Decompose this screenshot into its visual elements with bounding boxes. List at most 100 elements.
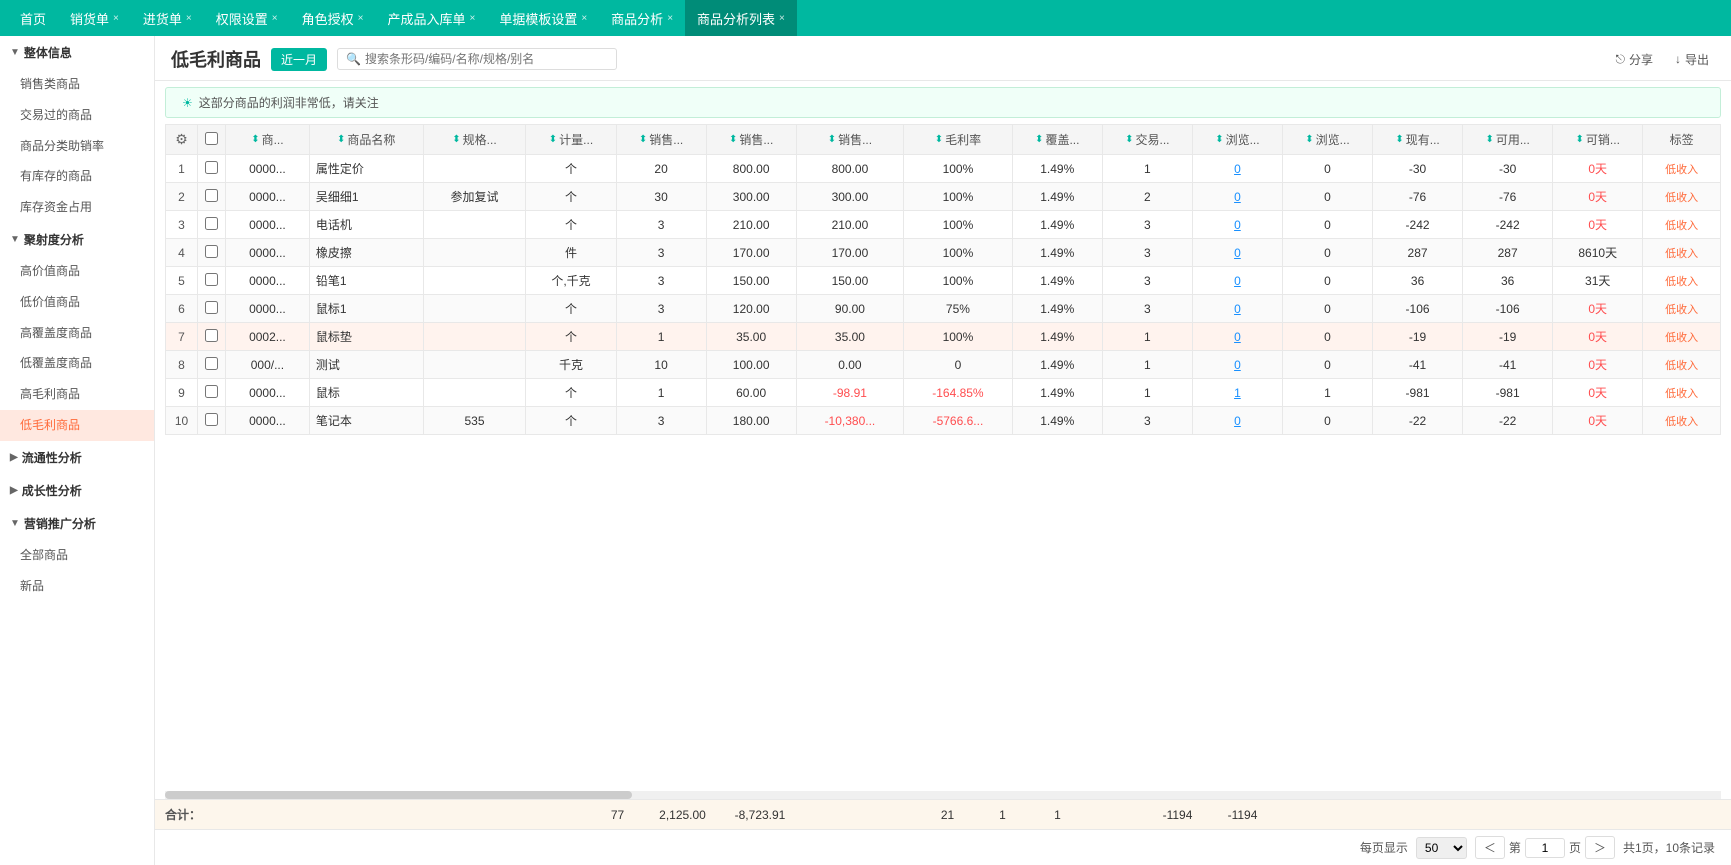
row-checkbox-input[interactable] — [205, 385, 218, 398]
search-box[interactable]: 🔍 — [337, 48, 617, 70]
col-available[interactable]: ⬍ 可用... — [1463, 125, 1553, 155]
sidebar-item-low-margin[interactable]: 低毛利商品 — [0, 410, 154, 441]
close-icon[interactable]: × — [113, 13, 119, 24]
sidebar-item-all-goods[interactable]: 全部商品 — [0, 540, 154, 571]
sidebar-item-low-coverage[interactable]: 低覆盖度商品 — [0, 348, 154, 379]
sidebar-group-focus[interactable]: ▼ 聚射度分析 — [0, 223, 154, 256]
row-checkbox-input[interactable] — [205, 413, 218, 426]
page-number-input[interactable] — [1525, 838, 1565, 858]
row-browse1[interactable]: 0 — [1192, 351, 1282, 379]
nav-template-settings[interactable]: 单据模板设置 × — [487, 0, 599, 36]
row-checkbox[interactable] — [198, 295, 226, 323]
row-name[interactable]: 鼠标垫 — [309, 323, 423, 351]
row-checkbox[interactable] — [198, 211, 226, 239]
close-icon[interactable]: × — [272, 13, 278, 24]
sidebar-item-traded-goods[interactable]: 交易过的商品 — [0, 100, 154, 131]
row-checkbox-input[interactable] — [205, 217, 218, 230]
row-checkbox[interactable] — [198, 239, 226, 267]
col-sales-qty[interactable]: ⬍ 销售... — [616, 125, 706, 155]
row-checkbox-input[interactable] — [205, 161, 218, 174]
col-gross-rate[interactable]: ⬍ 毛利率 — [904, 125, 1013, 155]
next-page-button[interactable]: ＞ — [1585, 836, 1615, 859]
sidebar-item-stock-capital[interactable]: 库存资金占用 — [0, 192, 154, 223]
row-checkbox[interactable] — [198, 407, 226, 435]
row-name[interactable]: 电话机 — [309, 211, 423, 239]
close-icon[interactable]: × — [667, 13, 673, 24]
row-checkbox-input[interactable] — [205, 357, 218, 370]
row-name[interactable]: 笔记本 — [309, 407, 423, 435]
scrollbar-thumb[interactable] — [165, 791, 632, 799]
nav-sales-order[interactable]: 销货单 × — [58, 0, 131, 36]
nav-role-auth[interactable]: 角色授权 × — [290, 0, 376, 36]
row-name[interactable]: 鼠标 — [309, 379, 423, 407]
row-checkbox[interactable] — [198, 351, 226, 379]
row-browse1[interactable]: 0 — [1192, 211, 1282, 239]
period-button[interactable]: 近一月 — [271, 48, 327, 71]
sidebar-item-new-goods[interactable]: 新品 — [0, 571, 154, 602]
nav-product-analysis[interactable]: 商品分析 × — [599, 0, 685, 36]
nav-home[interactable]: 首页 — [8, 0, 58, 36]
row-checkbox[interactable] — [198, 323, 226, 351]
row-browse1[interactable]: 0 — [1192, 407, 1282, 435]
row-name[interactable]: 铅笔1 — [309, 267, 423, 295]
col-settings[interactable]: ⚙ — [166, 125, 198, 155]
sidebar-group-overall[interactable]: ▼ 整体信息 — [0, 36, 154, 69]
export-button[interactable]: ↓ 导出 — [1669, 48, 1715, 71]
col-saleable[interactable]: ⬍ 可销... — [1553, 125, 1643, 155]
col-browse2[interactable]: ⬍ 浏览... — [1282, 125, 1372, 155]
row-name[interactable]: 鼠标1 — [309, 295, 423, 323]
row-checkbox-input[interactable] — [205, 329, 218, 342]
col-name[interactable]: ⬍ 商品名称 — [309, 125, 423, 155]
row-browse1[interactable]: 0 — [1192, 239, 1282, 267]
col-sales-profit[interactable]: ⬍ 销售... — [796, 125, 903, 155]
row-browse1[interactable]: 1 — [1192, 379, 1282, 407]
row-browse1[interactable]: 0 — [1192, 295, 1282, 323]
row-name[interactable]: 吴细细1 — [309, 183, 423, 211]
nav-product-inbound[interactable]: 产成品入库单 × — [375, 0, 487, 36]
row-checkbox[interactable] — [198, 155, 226, 183]
row-checkbox-input[interactable] — [205, 273, 218, 286]
sidebar-item-instock-goods[interactable]: 有库存的商品 — [0, 161, 154, 192]
row-name[interactable]: 测试 — [309, 351, 423, 379]
row-checkbox-input[interactable] — [205, 301, 218, 314]
sidebar-item-high-margin[interactable]: 高毛利商品 — [0, 379, 154, 410]
sidebar-group-growth[interactable]: ▶ 成长性分析 — [0, 474, 154, 507]
close-icon[interactable]: × — [186, 13, 192, 24]
row-browse1[interactable]: 0 — [1192, 155, 1282, 183]
col-trade[interactable]: ⬍ 交易... — [1102, 125, 1192, 155]
sidebar-item-high-coverage[interactable]: 高覆盖度商品 — [0, 318, 154, 349]
col-stock-now[interactable]: ⬍ 现有... — [1373, 125, 1463, 155]
search-input[interactable] — [365, 52, 608, 66]
col-unit[interactable]: ⬍ 计量... — [526, 125, 616, 155]
row-checkbox[interactable] — [198, 379, 226, 407]
row-browse1[interactable]: 0 — [1192, 183, 1282, 211]
col-code[interactable]: ⬍ 商... — [226, 125, 310, 155]
row-name[interactable]: 橡皮擦 — [309, 239, 423, 267]
nav-purchase-order[interactable]: 进货单 × — [131, 0, 204, 36]
horizontal-scrollbar[interactable] — [165, 791, 1721, 799]
row-browse1[interactable]: 0 — [1192, 267, 1282, 295]
close-icon[interactable]: × — [358, 13, 364, 24]
sidebar-item-sales-goods[interactable]: 销售类商品 — [0, 69, 154, 100]
nav-product-analysis-list[interactable]: 商品分析列表 × — [685, 0, 797, 36]
row-checkbox[interactable] — [198, 267, 226, 295]
close-icon[interactable]: × — [581, 13, 587, 24]
select-all-checkbox[interactable] — [205, 132, 218, 145]
sidebar-group-marketing[interactable]: ▼ 营销推广分析 — [0, 507, 154, 540]
nav-permission[interactable]: 权限设置 × — [204, 0, 290, 36]
sidebar-item-low-value[interactable]: 低价值商品 — [0, 287, 154, 318]
sidebar-item-category-rate[interactable]: 商品分类助销率 — [0, 131, 154, 162]
row-browse1[interactable]: 0 — [1192, 323, 1282, 351]
share-button[interactable]: ⎋ 分享 — [1609, 48, 1659, 71]
sidebar-item-high-value[interactable]: 高价值商品 — [0, 256, 154, 287]
settings-icon[interactable]: ⚙ — [175, 131, 188, 147]
col-tag[interactable]: 标签 — [1643, 125, 1721, 155]
col-sales-price[interactable]: ⬍ 销售... — [706, 125, 796, 155]
prev-page-button[interactable]: ＜ — [1475, 836, 1505, 859]
row-checkbox-input[interactable] — [205, 245, 218, 258]
col-checkbox[interactable] — [198, 125, 226, 155]
col-coverage[interactable]: ⬍ 覆盖... — [1012, 125, 1102, 155]
row-name[interactable]: 属性定价 — [309, 155, 423, 183]
col-spec[interactable]: ⬍ 规格... — [423, 125, 526, 155]
row-checkbox[interactable] — [198, 183, 226, 211]
